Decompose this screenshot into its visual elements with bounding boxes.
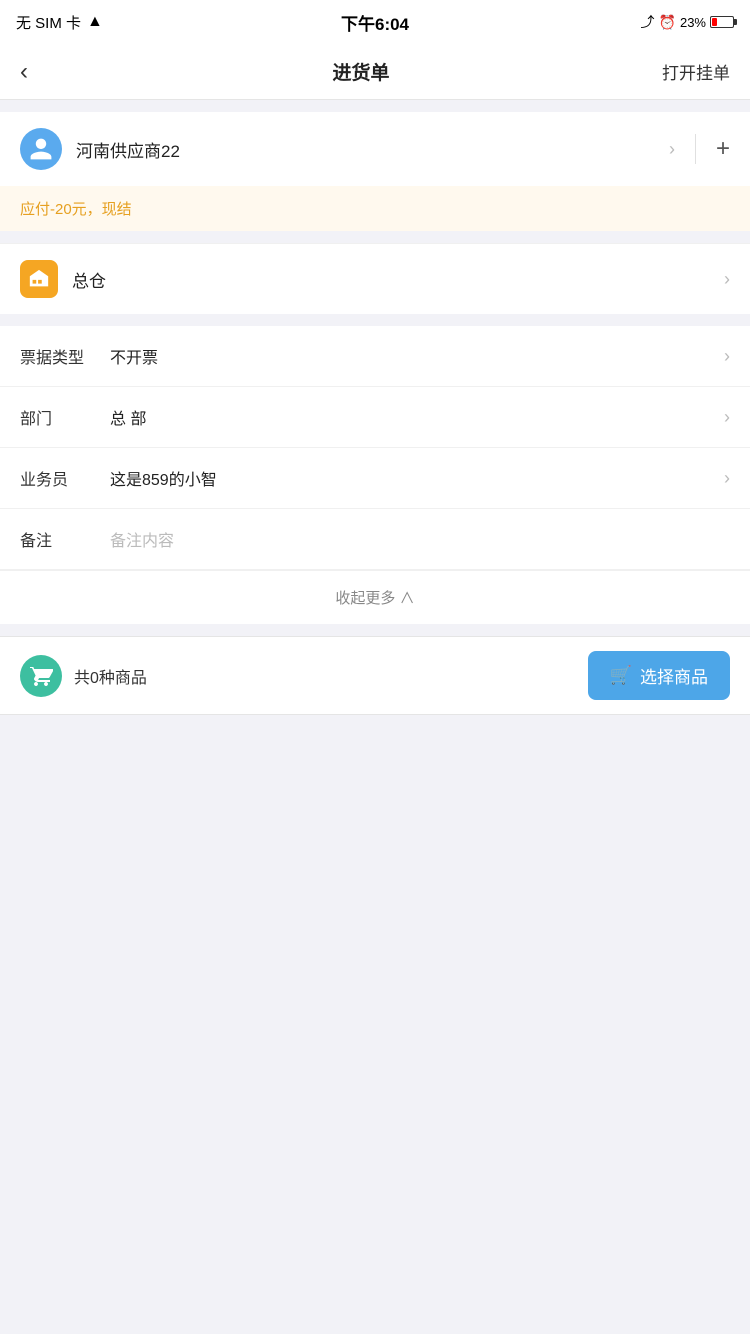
collapse-button[interactable]: 收起更多 ∧ — [335, 590, 414, 607]
supplier-section: 河南供应商22 › + 应付-20元，现结 — [0, 112, 750, 231]
wifi-icon: ▲ — [87, 13, 103, 31]
supplier-actions: › + — [669, 134, 730, 164]
supplier-row[interactable]: 河南供应商22 › + — [0, 112, 750, 186]
warehouse-section: 总仓 › — [0, 243, 750, 314]
section-gap-1 — [0, 100, 750, 112]
invoice-value: 不开票 — [100, 344, 724, 368]
supplier-chevron-icon: › — [669, 139, 675, 160]
cart-icon-wrap — [20, 655, 62, 697]
back-button[interactable]: ‹ — [20, 58, 60, 86]
salesperson-chevron-icon: › — [724, 468, 730, 489]
battery-percent: 23% — [680, 15, 706, 30]
warehouse-icon — [28, 268, 50, 290]
nav-bar: ‹ 进货单 打开挂单 — [0, 44, 750, 100]
battery-icon — [710, 16, 734, 28]
supplier-avatar — [20, 128, 62, 170]
salesperson-value: 这是859的小智 — [100, 466, 724, 490]
supplier-divider — [695, 134, 696, 164]
salesperson-label: 业务员 — [20, 466, 100, 490]
department-label: 部门 — [20, 405, 100, 429]
form-section: 票据类型 不开票 › 部门 总 部 › 业务员 这是859的小智 › 备注 备注… — [0, 326, 750, 624]
remark-input[interactable]: 备注内容 — [100, 527, 730, 551]
status-time: 下午6:04 — [341, 10, 409, 35]
warehouse-icon-wrap — [20, 260, 58, 298]
warehouse-row[interactable]: 总仓 › — [0, 243, 750, 314]
select-product-icon: 🛒 — [610, 665, 632, 686]
select-product-button[interactable]: 🛒 选择商品 — [588, 651, 730, 700]
department-row[interactable]: 部门 总 部 › — [0, 387, 750, 448]
remark-label: 备注 — [20, 527, 100, 551]
add-supplier-button[interactable]: + — [716, 135, 730, 163]
collapse-row[interactable]: 收起更多 ∧ — [0, 570, 750, 624]
location-icon: ⤴ — [641, 12, 655, 32]
status-right: ⤴ ⏰ 23% — [641, 12, 734, 32]
cart-icon — [29, 664, 53, 688]
warehouse-chevron-icon: › — [724, 269, 730, 290]
status-carrier: 无 SIM 卡 ▲ — [16, 12, 103, 33]
section-gap-2 — [0, 231, 750, 243]
salesperson-row[interactable]: 业务员 这是859的小智 › — [0, 448, 750, 509]
department-chevron-icon: › — [724, 407, 730, 428]
open-pending-button[interactable]: 打开挂单 — [662, 59, 730, 84]
alarm-icon: ⏰ — [659, 14, 676, 31]
invoice-chevron-icon: › — [724, 346, 730, 367]
alert-banner: 应付-20元，现结 — [0, 186, 750, 231]
page-background — [0, 715, 750, 1015]
product-count: 共0种商品 — [74, 664, 588, 688]
supplier-name: 河南供应商22 — [76, 137, 669, 162]
bottom-bar: 共0种商品 🛒 选择商品 — [0, 636, 750, 715]
warehouse-name: 总仓 — [72, 267, 724, 292]
invoice-label: 票据类型 — [20, 344, 100, 368]
page-title: 进货单 — [332, 58, 389, 85]
section-gap-3 — [0, 314, 750, 326]
remark-row[interactable]: 备注 备注内容 — [0, 509, 750, 570]
invoice-row[interactable]: 票据类型 不开票 › — [0, 326, 750, 387]
department-value: 总 部 — [100, 405, 724, 429]
select-product-label: 选择商品 — [640, 663, 708, 688]
user-icon — [28, 136, 54, 162]
alert-text: 应付-20元，现结 — [20, 201, 132, 218]
status-bar: 无 SIM 卡 ▲ 下午6:04 ⤴ ⏰ 23% — [0, 0, 750, 44]
